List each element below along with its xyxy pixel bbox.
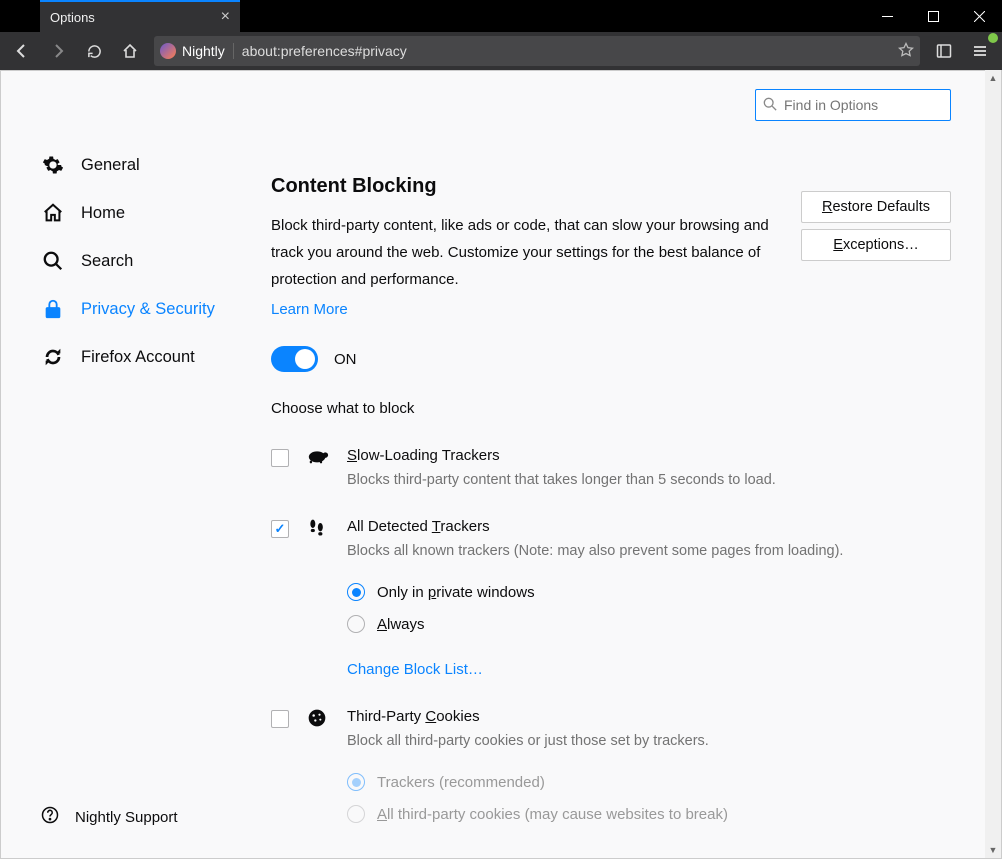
support-link[interactable]: Nightly Support	[41, 806, 178, 828]
section-buttons: Restore Defaults Exceptions…	[801, 191, 951, 261]
option-all-trackers: All Detected Trackers Blocks all known t…	[271, 518, 941, 678]
scroll-up-arrow[interactable]: ▲	[985, 70, 1001, 86]
radio-label: Always	[377, 616, 425, 633]
sidebar-item-label: Firefox Account	[81, 348, 195, 367]
sync-icon	[41, 345, 65, 369]
radio-private-windows[interactable]	[347, 583, 365, 601]
preferences-main: Content Blocking Block third-party conte…	[261, 71, 1001, 858]
url-text: about:preferences#privacy	[242, 43, 407, 59]
tracker-scope-radios: Only in private windows Always	[347, 583, 941, 633]
search-container	[755, 89, 951, 121]
radio-label: Only in private windows	[377, 584, 535, 601]
sidebar-item-search[interactable]: Search	[41, 237, 261, 285]
window-titlebar: Options ×	[0, 0, 1002, 32]
change-block-list-link[interactable]: Change Block List…	[347, 661, 483, 678]
option-title: Slow-Loading Trackers	[347, 447, 941, 464]
help-icon	[41, 806, 59, 828]
close-icon[interactable]: ×	[221, 8, 230, 26]
option-third-party-cookies: Third-Party Cookies Block all third-part…	[271, 708, 941, 823]
tab-strip: Options ×	[0, 0, 240, 32]
gear-icon	[41, 153, 65, 177]
firefox-icon	[160, 43, 176, 59]
scroll-down-arrow[interactable]: ▼	[985, 842, 1001, 858]
cookies-checkbox[interactable]	[271, 710, 289, 728]
sidebar-item-label: Privacy & Security	[81, 300, 215, 319]
turtle-icon	[307, 447, 329, 468]
option-title: Third-Party Cookies	[347, 708, 941, 725]
sidebar-item-general[interactable]: General	[41, 141, 261, 189]
close-window-button[interactable]	[956, 0, 1002, 32]
url-bar[interactable]: Nightly about:preferences#privacy	[154, 36, 920, 66]
option-title: All Detected Trackers	[347, 518, 941, 535]
option-slow-trackers: Slow-Loading Trackers Blocks third-party…	[271, 447, 941, 488]
sidebar-item-account[interactable]: Firefox Account	[41, 333, 261, 381]
footprints-icon	[307, 518, 329, 541]
home-button[interactable]	[114, 35, 146, 67]
browser-tab-active[interactable]: Options ×	[40, 0, 240, 32]
cookie-icon	[307, 708, 329, 731]
choose-label: Choose what to block	[271, 400, 941, 417]
preferences-page: General Home Search Privacy & Security F…	[0, 70, 1002, 859]
reload-button[interactable]	[78, 35, 110, 67]
sidebar-item-home[interactable]: Home	[41, 189, 261, 237]
library-button[interactable]	[928, 35, 960, 67]
sidebar-item-label: Search	[81, 252, 133, 271]
sidebar-item-privacy[interactable]: Privacy & Security	[41, 285, 261, 333]
toggle-state-label: ON	[334, 351, 357, 368]
exceptions-button[interactable]: Exceptions…	[801, 229, 951, 261]
radio-trackers-recommended	[347, 773, 365, 791]
maximize-button[interactable]	[910, 0, 956, 32]
option-description: Blocks third-party content that takes lo…	[347, 472, 941, 488]
cookie-scope-radios: Trackers (recommended) All third-party c…	[347, 773, 941, 823]
window-controls	[864, 0, 1002, 32]
search-input[interactable]	[755, 89, 951, 121]
content-blocking-toggle-row: ON	[271, 346, 941, 372]
back-button[interactable]	[6, 35, 38, 67]
menu-button[interactable]	[964, 35, 996, 67]
learn-more-link[interactable]: Learn More	[271, 301, 348, 318]
search-icon	[763, 97, 777, 114]
preferences-sidebar: General Home Search Privacy & Security F…	[1, 71, 261, 858]
minimize-button[interactable]	[864, 0, 910, 32]
radio-always[interactable]	[347, 615, 365, 633]
identity-box[interactable]: Nightly	[160, 43, 234, 59]
sidebar-item-label: Home	[81, 204, 125, 223]
identity-label: Nightly	[182, 43, 225, 59]
radio-label: Trackers (recommended)	[377, 774, 545, 791]
content-blocking-toggle[interactable]	[271, 346, 318, 372]
lock-icon	[41, 297, 65, 321]
support-label: Nightly Support	[75, 809, 178, 826]
radio-all-cookies	[347, 805, 365, 823]
slow-trackers-checkbox[interactable]	[271, 449, 289, 467]
radio-label: All third-party cookies (may cause websi…	[377, 806, 728, 823]
search-icon	[41, 249, 65, 273]
vertical-scrollbar[interactable]: ▲ ▼	[985, 70, 1001, 858]
option-description: Block all third-party cookies or just th…	[347, 733, 941, 749]
all-trackers-checkbox[interactable]	[271, 520, 289, 538]
section-description: Block third-party content, like ads or c…	[271, 212, 771, 293]
bookmark-star-icon[interactable]	[898, 42, 914, 61]
option-description: Blocks all known trackers (Note: may als…	[347, 543, 941, 559]
forward-button[interactable]	[42, 35, 74, 67]
sidebar-item-label: General	[81, 156, 140, 175]
home-icon	[41, 201, 65, 225]
tab-title: Options	[50, 10, 95, 25]
navigation-toolbar: Nightly about:preferences#privacy	[0, 32, 1002, 70]
restore-defaults-button[interactable]: Restore Defaults	[801, 191, 951, 223]
